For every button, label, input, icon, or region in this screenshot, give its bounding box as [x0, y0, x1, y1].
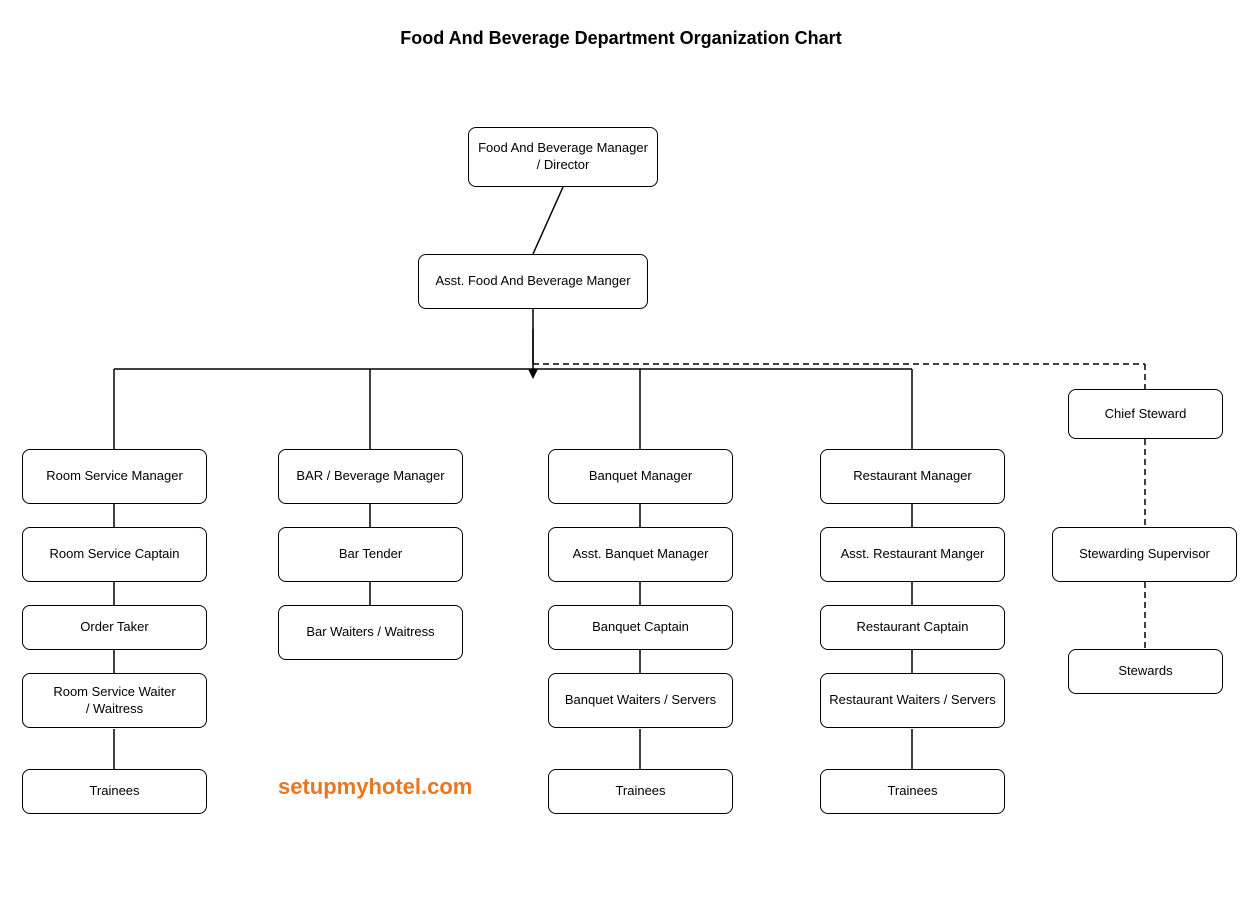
- node-rest-waiters: Restaurant Waiters / Servers: [820, 673, 1005, 728]
- node-room-svc-waiter: Room Service Waiter/ Waitress: [22, 673, 207, 728]
- chart-title: Food And Beverage Department Organizatio…: [0, 0, 1242, 59]
- node-chief-steward: Chief Steward: [1068, 389, 1223, 439]
- node-banquet-mgr: Banquet Manager: [548, 449, 733, 504]
- node-fb-director: Food And Beverage Manager/ Director: [468, 127, 658, 187]
- node-stewards: Stewards: [1068, 649, 1223, 694]
- org-chart: Food And Beverage Manager/ Director Asst…: [0, 59, 1242, 899]
- node-stewarding-super: Stewarding Supervisor: [1052, 527, 1237, 582]
- node-room-svc-capt: Room Service Captain: [22, 527, 207, 582]
- node-rest-capt: Restaurant Captain: [820, 605, 1005, 650]
- node-asst-banquet-mgr: Asst. Banquet Manager: [548, 527, 733, 582]
- node-restaurant-mgr: Restaurant Manager: [820, 449, 1005, 504]
- node-bar-waiters: Bar Waiters / Waitress: [278, 605, 463, 660]
- node-trainees-1: Trainees: [22, 769, 207, 814]
- node-asst-fb: Asst. Food And Beverage Manger: [418, 254, 648, 309]
- node-bar-mgr: BAR / Beverage Manager: [278, 449, 463, 504]
- node-bar-tender: Bar Tender: [278, 527, 463, 582]
- node-order-taker: Order Taker: [22, 605, 207, 650]
- watermark: setupmyhotel.com: [278, 774, 472, 800]
- node-asst-rest-mgr: Asst. Restaurant Manger: [820, 527, 1005, 582]
- node-room-svc-mgr: Room Service Manager: [22, 449, 207, 504]
- node-banquet-capt: Banquet Captain: [548, 605, 733, 650]
- node-trainees-3: Trainees: [548, 769, 733, 814]
- node-trainees-4: Trainees: [820, 769, 1005, 814]
- node-banquet-waiters: Banquet Waiters / Servers: [548, 673, 733, 728]
